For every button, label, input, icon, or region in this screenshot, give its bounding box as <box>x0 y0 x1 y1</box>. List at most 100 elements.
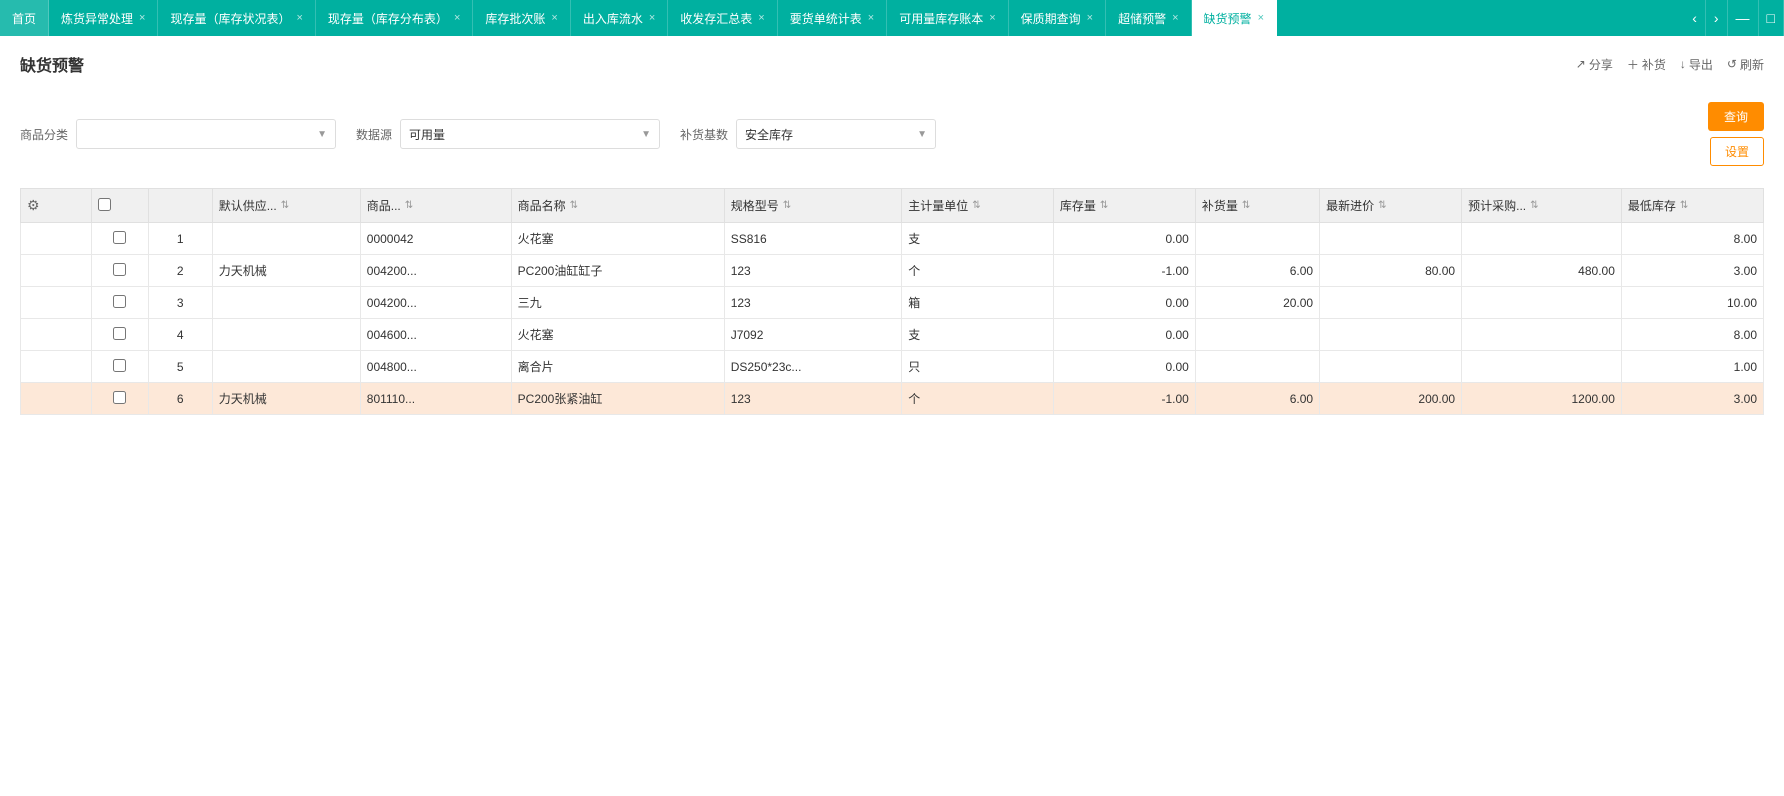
stock-sort-icon[interactable]: ⇅ <box>1100 200 1108 211</box>
row-no-5: 6 <box>148 383 212 415</box>
minimize-btn[interactable]: — <box>1728 0 1759 36</box>
row-check-3 <box>92 319 149 351</box>
row-settings-4 <box>21 351 92 383</box>
tab-close-stock-status[interactable]: × <box>296 12 302 24</box>
data-table: ⚙ 默认供应... ⇅ 商品... ⇅ <box>20 188 1764 415</box>
row-supplier-4 <box>212 351 360 383</box>
row-supplier-5: 力天机械 <box>212 383 360 415</box>
row-unit-1: 个 <box>902 255 1054 287</box>
tab-close-demand-stat[interactable]: × <box>868 12 874 24</box>
tab-label-batch-account: 库存批次账 <box>485 10 545 27</box>
th-latest-price: 最新进价 ⇅ <box>1320 189 1462 223</box>
tab-abnormal[interactable]: 炼货异常处理× <box>49 0 158 36</box>
select-all-checkbox[interactable] <box>98 198 111 211</box>
row-stock-2: 0.00 <box>1053 287 1195 319</box>
tab-stock-dist[interactable]: 现存量（库存分布表） × <box>316 0 473 36</box>
th-goods-code-label: 商品... <box>367 197 401 214</box>
tab-close-stock-dist[interactable]: × <box>454 12 460 24</box>
next-tab-btn[interactable]: › <box>1706 0 1728 36</box>
tab-close-overstock[interactable]: × <box>1172 12 1178 24</box>
tab-batch-account[interactable]: 库存批次账 × <box>473 0 570 36</box>
goods-name-sort-icon[interactable]: ⇅ <box>570 200 578 211</box>
column-settings-icon[interactable]: ⚙ <box>27 197 40 213</box>
spec-sort-icon[interactable]: ⇅ <box>783 200 791 211</box>
row-spec-1: 123 <box>724 255 902 287</box>
tab-close-inout-flow[interactable]: × <box>649 12 655 24</box>
row-checkbox-4[interactable] <box>113 359 126 372</box>
row-check-0 <box>92 223 149 255</box>
tab-overstock[interactable]: 超储预警× <box>1106 0 1191 36</box>
row-goods-name-2: 三九 <box>511 287 724 319</box>
latest-price-sort-icon[interactable]: ⇅ <box>1378 200 1386 211</box>
tab-stock-status[interactable]: 现存量（库存状况表）× <box>158 0 315 36</box>
replenish-sort-icon[interactable]: ⇅ <box>1242 200 1250 211</box>
th-stock-label: 库存量 <box>1060 197 1096 214</box>
tab-close-abnormal[interactable]: × <box>139 12 145 24</box>
tab-inout-flow[interactable]: 出入库流水× <box>571 0 668 36</box>
th-check <box>92 189 149 223</box>
tab-label-stockout: 缺货预警 <box>1204 10 1252 27</box>
tab-demand-stat[interactable]: 要货单统计表 × <box>778 0 887 36</box>
row-checkbox-2[interactable] <box>113 295 126 308</box>
tab-close-stockout[interactable]: × <box>1258 12 1264 24</box>
row-stock-1: -1.00 <box>1053 255 1195 287</box>
row-min-stock-5: 3.00 <box>1621 383 1763 415</box>
tab-stockout[interactable]: 缺货预警 × <box>1192 0 1277 36</box>
row-replenish-5: 6.00 <box>1195 383 1319 415</box>
est-purchase-sort-icon[interactable]: ⇅ <box>1530 200 1538 211</box>
tab-close-expiry-query[interactable]: × <box>1087 12 1093 24</box>
row-checkbox-5[interactable] <box>113 391 126 404</box>
goods-category-select[interactable]: ▼ <box>76 119 336 149</box>
maximize-btn[interactable]: □ <box>1759 0 1784 36</box>
row-checkbox-0[interactable] <box>113 231 126 244</box>
tab-label-demand-stat: 要货单统计表 <box>790 10 862 27</box>
replenish-label: 补货 <box>1642 56 1666 73</box>
row-settings-1 <box>21 255 92 287</box>
th-unit-label: 主计量单位 <box>908 197 968 214</box>
tab-close-receive-summary[interactable]: × <box>758 12 764 24</box>
th-est-purchase: 预计采购... ⇅ <box>1462 189 1622 223</box>
replenish-basis-select[interactable]: 安全库存 ▼ <box>736 119 936 149</box>
refresh-btn[interactable]: ↺ 刷新 <box>1727 56 1764 73</box>
row-checkbox-1[interactable] <box>113 263 126 276</box>
row-goods-code-5: 801110... <box>360 383 511 415</box>
share-btn[interactable]: ↗ 分享 <box>1576 56 1613 73</box>
row-replenish-3 <box>1195 319 1319 351</box>
export-icon: ↓ <box>1680 57 1686 71</box>
row-check-1 <box>92 255 149 287</box>
min-stock-sort-icon[interactable]: ⇅ <box>1680 200 1688 211</box>
row-min-stock-0: 8.00 <box>1621 223 1763 255</box>
row-est-purchase-4 <box>1462 351 1622 383</box>
tab-label-stock-dist: 现存量（库存分布表） <box>328 10 448 27</box>
export-btn[interactable]: ↓ 导出 <box>1680 56 1713 73</box>
replenish-btn[interactable]: ＋ 补货 <box>1627 56 1666 73</box>
row-spec-5: 123 <box>724 383 902 415</box>
tab-close-batch-account[interactable]: × <box>551 12 557 24</box>
tab-home[interactable]: 首页 <box>0 0 49 36</box>
row-checkbox-3[interactable] <box>113 327 126 340</box>
data-source-select[interactable]: 可用量 ▼ <box>400 119 660 149</box>
tab-close-available-ledger[interactable]: × <box>989 12 995 24</box>
tab-available-ledger[interactable]: 可用量库存账本× <box>887 0 1008 36</box>
refresh-label: 刷新 <box>1740 56 1764 73</box>
row-est-purchase-3 <box>1462 319 1622 351</box>
row-est-purchase-2 <box>1462 287 1622 319</box>
prev-tab-btn[interactable]: ‹ <box>1684 0 1706 36</box>
row-latest-price-0 <box>1320 223 1462 255</box>
tab-expiry-query[interactable]: 保质期查询× <box>1009 0 1106 36</box>
tab-receive-summary[interactable]: 收发存汇总表× <box>668 0 777 36</box>
settings-button[interactable]: 设置 <box>1710 137 1764 166</box>
th-replenish-label: 补货量 <box>1202 197 1238 214</box>
goods-code-sort-icon[interactable]: ⇅ <box>405 200 413 211</box>
unit-sort-icon[interactable]: ⇅ <box>972 200 980 211</box>
row-goods-code-2: 004200... <box>360 287 511 319</box>
row-supplier-2 <box>212 287 360 319</box>
supplier-sort-icon[interactable]: ⇅ <box>281 200 289 211</box>
tabs-container: 首页炼货异常处理×现存量（库存状况表）×现存量（库存分布表）×库存批次账×出入库… <box>0 0 1277 36</box>
row-spec-0: SS816 <box>724 223 902 255</box>
tab-label-home: 首页 <box>12 10 36 27</box>
row-goods-code-1: 004200... <box>360 255 511 287</box>
row-no-4: 5 <box>148 351 212 383</box>
query-button[interactable]: 查询 <box>1708 102 1764 131</box>
th-est-purchase-label: 预计采购... <box>1468 197 1526 214</box>
